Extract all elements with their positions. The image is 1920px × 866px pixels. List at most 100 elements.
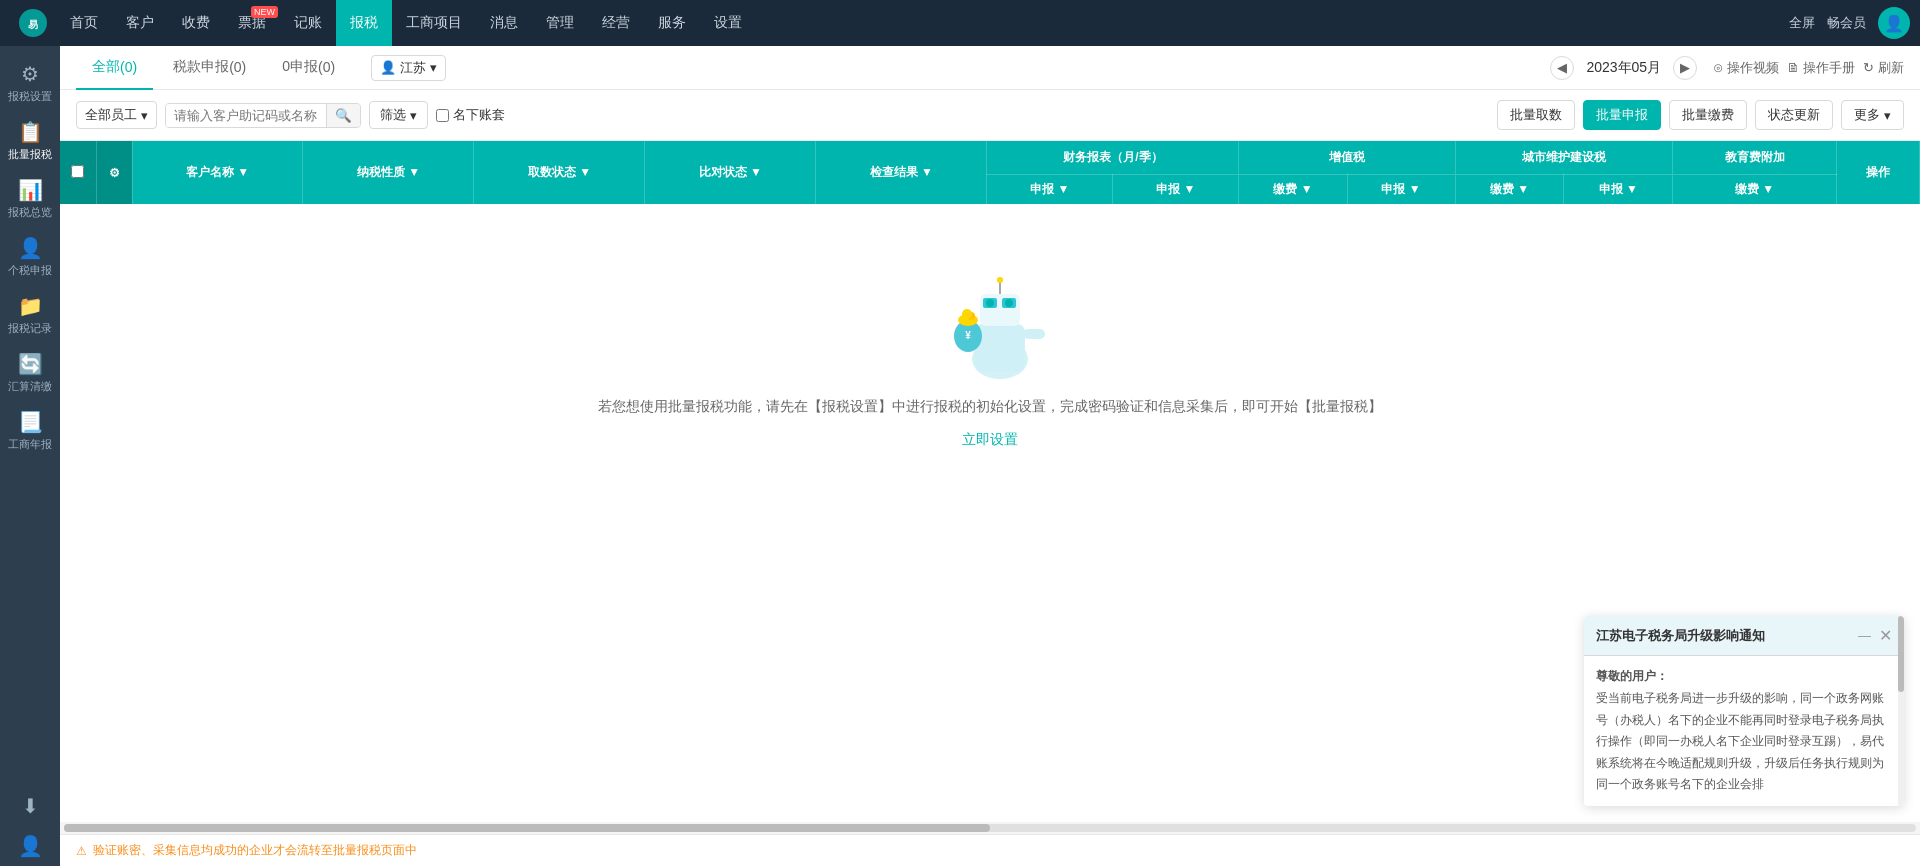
warning-icon: ⚠ [76, 844, 87, 858]
col-city-declare: 申报 ▼ [1347, 175, 1455, 205]
sidebar-item-label: 报税记录 [8, 321, 52, 336]
employee-label: 全部员工 [85, 106, 137, 124]
tabs-actions: ⊙ 操作视频 🗎 操作手册 ↻ 刷新 [1713, 59, 1904, 77]
sidebar-item-label: 批量报税 [8, 147, 52, 162]
logo[interactable]: 易 [10, 8, 56, 38]
nav-item-服务[interactable]: 服务 [644, 0, 700, 46]
sidebar-item-tax-settings[interactable]: ⚙报税设置 [0, 54, 60, 112]
col-compare-status: 比对状态 ▼ [645, 141, 816, 204]
sidebar-item-batch-tax[interactable]: 📋批量报税 [0, 112, 60, 170]
personal-tax-icon: 👤 [18, 236, 43, 260]
col-education-surcharge: 教育费附加 [1673, 141, 1837, 175]
svg-point-9 [986, 299, 994, 307]
nav-item-收费[interactable]: 收费 [168, 0, 224, 46]
sidebar-item-personal-tax[interactable]: 👤 个税申报 [0, 228, 60, 286]
nav-item-经营[interactable]: 经营 [588, 0, 644, 46]
nav-item-记账[interactable]: 记账 [280, 0, 336, 46]
col-settings: ⚙ [96, 141, 132, 204]
svg-rect-5 [1023, 329, 1045, 339]
sidebar-item-tax-records[interactable]: 📁 报税记录 [0, 286, 60, 344]
notification-scrollbar[interactable] [1898, 616, 1904, 806]
search-button[interactable]: 🔍 [326, 104, 360, 127]
tab-all-count: (0) [120, 59, 137, 75]
sub-accounts-input[interactable] [436, 109, 449, 122]
nav-item-报税[interactable]: 报税 [336, 0, 392, 46]
horizontal-scrollbar[interactable] [60, 822, 1920, 834]
bottom-bar: ⚠ 验证账密、采集信息均成功的企业才会流转至批量报税页面中 [60, 834, 1920, 866]
top-navigation: 易 首页客户收费票据NEW记账报税工商项目消息管理经营服务设置 全屏 畅会员 👤 [0, 0, 1920, 46]
search-wrapper: 🔍 [165, 103, 361, 128]
fullscreen-btn[interactable]: 全屏 [1789, 14, 1815, 32]
sub-accounts-checkbox[interactable]: 名下账套 [436, 106, 505, 124]
filter-button[interactable]: 筛选 ▾ [369, 101, 428, 129]
col-fetch-status: 取数状态 ▼ [474, 141, 645, 204]
warning-text: 验证账密、采集信息均成功的企业才会流转至批量报税页面中 [93, 842, 417, 859]
empty-state-row: ¥ 若您想使用批量报税功能，请先在【报税设置】中进行报税的初始化设置，完成密码验… [60, 204, 1920, 509]
user-avatar[interactable]: 👤 [1878, 7, 1910, 39]
data-table: ⚙ 客户名称 ▼ 纳税性质 ▼ 取数状态 ▼ 比对状态 ▼ 检查结果 ▼ 财务报… [60, 141, 1920, 509]
refresh-btn[interactable]: ↻ 刷新 [1863, 59, 1904, 77]
tab-all[interactable]: 全部 (0) [76, 46, 153, 90]
col-checkbox [60, 141, 96, 204]
notification-header: 江苏电子税务局升级影响通知 — ✕ [1584, 616, 1904, 656]
province-selector[interactable]: 👤 江苏 ▾ [371, 55, 446, 81]
chevron-down-icon: ▾ [1884, 108, 1891, 123]
tab-tax-declare[interactable]: 税款申报 (0) [157, 46, 262, 90]
sidebar-item-tax-summary[interactable]: 📊报税总览 [0, 170, 60, 228]
select-all-checkbox[interactable] [71, 165, 84, 178]
robot-illustration: ¥ [925, 264, 1055, 394]
notification-close[interactable]: ✕ [1879, 626, 1892, 645]
current-month: 2023年05月 [1586, 59, 1661, 77]
sidebar-item-annual-report[interactable]: 📃工商年报 [0, 402, 60, 460]
notification-panel: 江苏电子税务局升级影响通知 — ✕ 尊敬的用户： 受当前电子税务局进一步升级的影… [1584, 616, 1904, 806]
bottom-warning: ⚠ 验证账密、采集信息均成功的企业才会流转至批量报税页面中 [76, 842, 417, 859]
sidebar-item-download[interactable]: ⬇ [0, 786, 60, 826]
membership-btn[interactable]: 畅会员 [1827, 14, 1866, 32]
more-button[interactable]: 更多 ▾ [1841, 100, 1904, 130]
status-update-button[interactable]: 状态更新 [1755, 100, 1833, 130]
more-label: 更多 [1854, 106, 1880, 124]
setup-link[interactable]: 立即设置 [962, 431, 1018, 449]
badge-new: NEW [251, 6, 278, 18]
operation-manual-btn[interactable]: 🗎 操作手册 [1787, 59, 1856, 77]
sidebar-item-label: 个税申报 [8, 263, 52, 278]
toolbar-right: 批量取数 批量申报 批量缴费 状态更新 更多 ▾ [1497, 100, 1904, 130]
nav-item-消息[interactable]: 消息 [476, 0, 532, 46]
sidebar-item-user[interactable]: 👤 [0, 826, 60, 866]
table-header-row-1: ⚙ 客户名称 ▼ 纳税性质 ▼ 取数状态 ▼ 比对状态 ▼ 检查结果 ▼ 财务报… [60, 141, 1920, 175]
svg-point-17 [962, 309, 972, 319]
nav-item-工商项目[interactable]: 工商项目 [392, 0, 476, 46]
tax-records-icon: 📁 [18, 294, 43, 318]
notification-minimize[interactable]: — [1858, 628, 1871, 643]
nav-item-票据[interactable]: 票据NEW [224, 0, 280, 46]
batch-fetch-button[interactable]: 批量取数 [1497, 100, 1575, 130]
tab-zero-declare[interactable]: 0申报 (0) [266, 46, 351, 90]
nav-item-客户[interactable]: 客户 [112, 0, 168, 46]
nav-item-管理[interactable]: 管理 [532, 0, 588, 46]
chevron-down-icon: ▾ [410, 108, 417, 123]
nav-item-设置[interactable]: 设置 [700, 0, 756, 46]
operation-video-btn[interactable]: ⊙ 操作视频 [1713, 59, 1779, 77]
svg-text:易: 易 [28, 19, 38, 30]
settings-icon[interactable]: ⚙ [109, 166, 120, 180]
chevron-down-icon: ▾ [141, 108, 148, 123]
annual-report-icon: 📃 [18, 410, 43, 434]
col-operation: 操作 [1836, 141, 1919, 204]
col-vat: 增值税 [1239, 141, 1455, 175]
batch-declare-button[interactable]: 批量申报 [1583, 100, 1661, 130]
toolbar: 全部员工 ▾ 🔍 筛选 ▾ 名下账套 批量取数 批量申报 批量缴费 状态更新 更… [60, 90, 1920, 141]
search-input[interactable] [166, 104, 326, 127]
prev-month-button[interactable]: ◀ [1550, 56, 1574, 80]
tab-tax-declare-label: 税款申报 [173, 58, 229, 76]
chevron-down-icon: ▾ [430, 60, 437, 75]
province-label: 江苏 [400, 59, 426, 77]
sidebar-item-settlement[interactable]: 🔄汇算清缴 [0, 344, 60, 402]
table-body: ¥ 若您想使用批量报税功能，请先在【报税设置】中进行报税的初始化设置，完成密码验… [60, 204, 1920, 509]
notification-text: 尊敬的用户： 受当前电子税务局进一步升级的影响，同一个政务网账号（办税人）名下的… [1596, 666, 1892, 796]
nav-item-首页[interactable]: 首页 [56, 0, 112, 46]
download-icon: ⬇ [22, 794, 39, 818]
batch-pay-button[interactable]: 批量缴费 [1669, 100, 1747, 130]
col-fin-declare: 申报 ▼ [987, 175, 1113, 205]
employee-selector[interactable]: 全部员工 ▾ [76, 101, 157, 129]
next-month-button[interactable]: ▶ [1673, 56, 1697, 80]
